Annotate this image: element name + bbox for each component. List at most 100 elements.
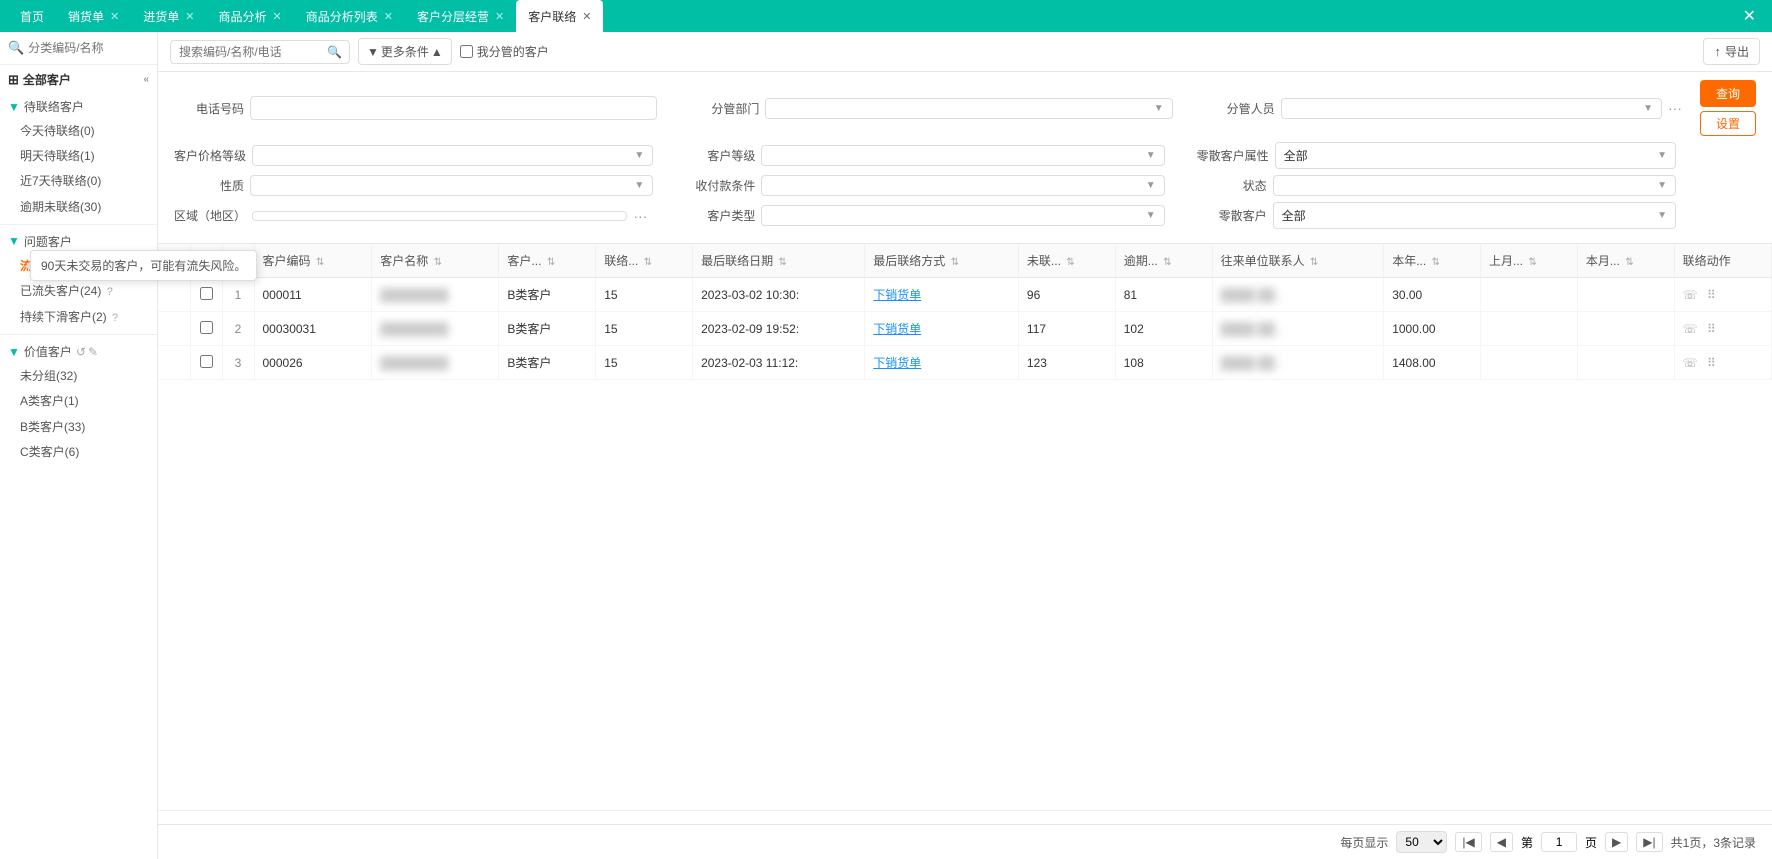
sidebar-item-c-class[interactable]: C类客户(6) — [0, 440, 157, 465]
window-close-button[interactable]: ✕ — [1735, 6, 1764, 26]
sidebar: 🔍 ⊞ 全部客户 « ▼ 待联络客户 今天待联络(0) 明天待联络(1) 近7天… — [0, 32, 158, 859]
question-icon-2: ? — [112, 312, 118, 324]
filter-price-grade-select[interactable]: ▼ — [252, 145, 653, 166]
th-last-month[interactable]: 上月... ⇅ — [1481, 244, 1578, 278]
filter-nature-select[interactable]: ▼ — [250, 175, 653, 196]
query-button[interactable]: 查询 — [1700, 80, 1756, 107]
filter-payment-select[interactable]: ▼ — [761, 175, 1164, 196]
tab-customer-link[interactable]: 客户联络 ✕ — [516, 0, 603, 32]
edit-icon[interactable]: ✎ — [88, 345, 98, 359]
question-icon: ? — [107, 286, 113, 298]
region-dots-button[interactable]: ··· — [627, 208, 653, 224]
category-search-input[interactable] — [28, 41, 158, 55]
td-checkbox-0 — [190, 278, 222, 312]
filter-person-select[interactable]: ▼ — [1281, 98, 1662, 119]
th-type[interactable]: 客户... ⇅ — [499, 244, 596, 278]
th-this-year[interactable]: 本年... ⇅ — [1384, 244, 1481, 278]
tab-analysis[interactable]: 商品分析 ✕ — [206, 0, 293, 32]
tab-customer-layer-close[interactable]: ✕ — [495, 10, 504, 23]
refresh-icon[interactable]: ↺ — [76, 345, 86, 359]
lost-tooltip: 90天未交易的客户，可能有流失风险。 — [30, 250, 158, 281]
export-button[interactable]: ↑ 导出 — [1703, 38, 1760, 65]
page-number-input[interactable] — [1541, 832, 1577, 852]
th-code[interactable]: 客户编码 ⇅ — [254, 244, 372, 278]
setting-button[interactable]: 设置 — [1700, 111, 1756, 136]
filter-region-select[interactable] — [252, 211, 627, 221]
tab-purchase[interactable]: 进货单 ✕ — [131, 0, 206, 32]
tab-sales-close[interactable]: ✕ — [110, 10, 119, 23]
filter-search-input[interactable] — [170, 40, 350, 64]
th-last-contact-date[interactable]: 最后联络日期 ⇅ — [693, 244, 865, 278]
horizontal-scroll-bar[interactable] — [158, 810, 1772, 824]
sidebar-group-value[interactable]: ▼ 价值客户 ↺ ✎ — [0, 339, 157, 364]
row-checkbox-2[interactable] — [200, 355, 213, 368]
person-dots-button[interactable]: ··· — [1662, 100, 1688, 116]
last-way-link-2[interactable]: 下销货单 — [873, 356, 921, 370]
sidebar-item-downtrend[interactable]: 持续下滑客户(2) ? — [0, 305, 157, 331]
filter-customer-grade-select[interactable]: ▼ — [761, 145, 1164, 166]
sidebar-item-lost[interactable]: 已流失客户(24) ? — [0, 279, 157, 305]
td-gear-2 — [158, 346, 190, 380]
row-checkbox-1[interactable] — [200, 321, 213, 334]
td-code-0: 000011 — [254, 278, 372, 312]
collapse-icon[interactable]: « — [143, 74, 149, 85]
th-not-contacted[interactable]: 未联... ⇅ — [1018, 244, 1115, 278]
sidebar-item-ungrouped[interactable]: 未分组(32) — [0, 364, 157, 389]
chevron-down-icon-3: ▼ — [634, 150, 644, 161]
page-last-button[interactable]: ▶| — [1636, 832, 1662, 852]
th-contact[interactable]: 联络... ⇅ — [596, 244, 693, 278]
td-num-0: 1 — [222, 278, 254, 312]
td-checkbox-2 — [190, 346, 222, 380]
th-overdue[interactable]: 逾期... ⇅ — [1115, 244, 1212, 278]
last-way-link-0[interactable]: 下销货单 — [873, 288, 921, 302]
tab-analysis-list-close[interactable]: ✕ — [384, 10, 393, 23]
chevron-up-icon: ▲ — [431, 45, 443, 59]
action-contact-icon-1[interactable]: ☏ — [1683, 322, 1698, 336]
per-page-select[interactable]: 50 100 200 — [1396, 831, 1447, 853]
filter-dept-select[interactable]: ▼ — [765, 98, 1172, 119]
tab-purchase-close[interactable]: ✕ — [185, 10, 194, 23]
my-customers-checkbox[interactable] — [460, 45, 473, 58]
td-name-2: ████████ — [372, 346, 499, 380]
th-last-contact-way[interactable]: 最后联络方式 ⇅ — [865, 244, 1019, 278]
td-this-month-2 — [1577, 346, 1674, 380]
tab-customer-link-close[interactable]: ✕ — [582, 10, 591, 23]
td-checkbox-1 — [190, 312, 222, 346]
all-customers-header[interactable]: ⊞ 全部客户 « — [0, 65, 157, 94]
filter-search-icon[interactable]: 🔍 — [327, 45, 342, 59]
action-more-icon-2[interactable]: ⠿ — [1707, 356, 1716, 370]
filter-phone-input[interactable] — [250, 96, 657, 120]
action-contact-icon-2[interactable]: ☏ — [1683, 356, 1698, 370]
sidebar-item-b-class[interactable]: B类客户(33) — [0, 415, 157, 440]
sidebar-item-today[interactable]: 今天待联络(0) — [0, 119, 157, 144]
page-next-button[interactable]: ▶ — [1605, 832, 1628, 852]
tab-analysis-close[interactable]: ✕ — [273, 10, 282, 23]
filter-customer-type-select[interactable]: ▼ — [761, 205, 1164, 226]
sidebar-group-pending[interactable]: ▼ 待联络客户 — [0, 94, 157, 119]
page-prev-button[interactable]: ◀ — [1490, 832, 1513, 852]
row-checkbox-0[interactable] — [200, 287, 213, 300]
sidebar-item-overdue[interactable]: 逾期未联络(30) — [0, 195, 157, 220]
last-way-link-1[interactable]: 下销货单 — [873, 322, 921, 336]
tab-sales[interactable]: 销货单 ✕ — [56, 0, 131, 32]
sidebar-item-week[interactable]: 近7天待联络(0) — [0, 169, 157, 194]
tab-analysis-list[interactable]: 商品分析列表 ✕ — [294, 0, 405, 32]
more-conditions-button[interactable]: ▼ 更多条件 ▲ — [358, 38, 452, 65]
th-this-month[interactable]: 本月... ⇅ — [1577, 244, 1674, 278]
filter-scatter-label: 零散客户 — [1197, 207, 1267, 224]
filter-status-select[interactable]: ▼ — [1273, 175, 1676, 196]
th-unit-contact[interactable]: 往来单位联系人 ⇅ — [1212, 244, 1384, 278]
action-more-icon-0[interactable]: ⠿ — [1707, 288, 1716, 302]
tab-home[interactable]: 首页 — [8, 0, 56, 32]
filter-scatter-attr-select[interactable]: 全部 ▼ — [1275, 142, 1676, 169]
action-more-icon-1[interactable]: ⠿ — [1707, 322, 1716, 336]
sidebar-search-wrap: 🔍 — [0, 32, 157, 65]
sidebar-item-tomorrow[interactable]: 明天待联络(1) — [0, 144, 157, 169]
sidebar-item-a-class[interactable]: A类客户(1) — [0, 389, 157, 414]
th-name[interactable]: 客户名称 ⇅ — [372, 244, 499, 278]
page-first-button[interactable]: |◀ — [1455, 832, 1481, 852]
tab-customer-layer[interactable]: 客户分层经营 ✕ — [405, 0, 516, 32]
filter-scatter-select[interactable]: 全部 ▼ — [1273, 202, 1676, 229]
action-contact-icon-0[interactable]: ☏ — [1683, 288, 1698, 302]
filter-phone-label: 电话号码 — [174, 100, 244, 117]
